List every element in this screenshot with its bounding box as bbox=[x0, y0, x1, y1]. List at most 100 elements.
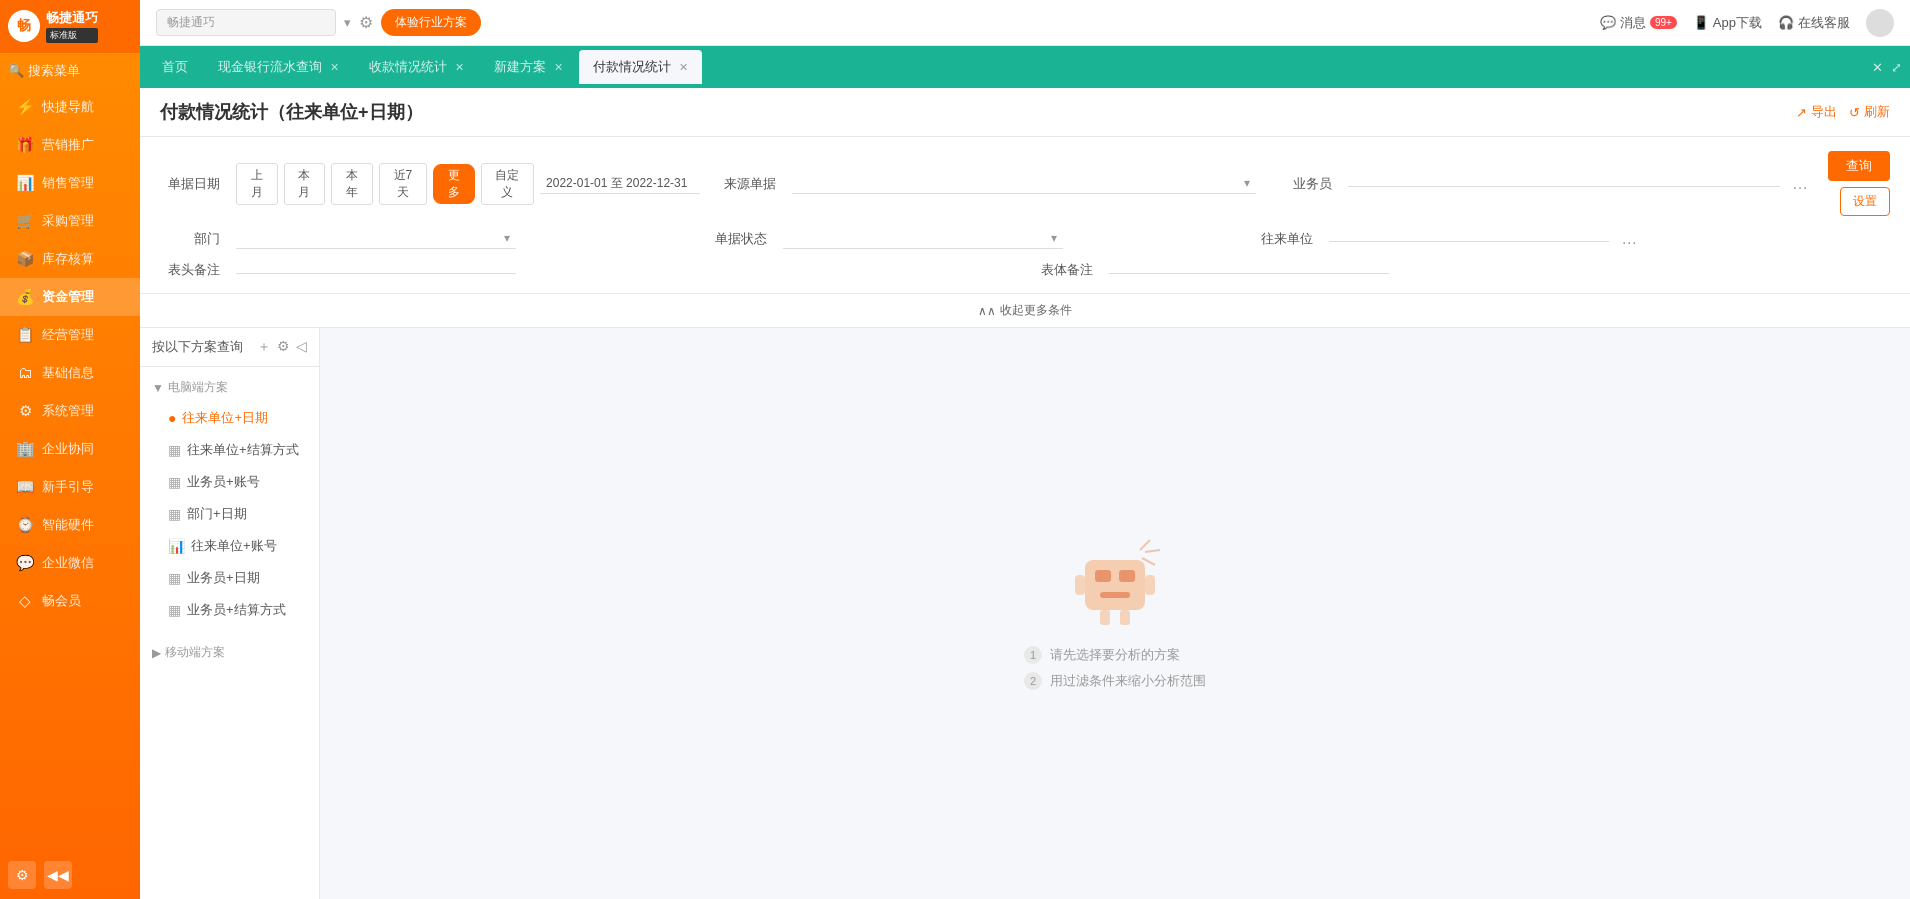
mobile-group-title: ▶ 移动端方案 bbox=[140, 638, 319, 667]
dept-select[interactable]: ▾ bbox=[236, 228, 516, 249]
last-7-btn[interactable]: 近7天 bbox=[379, 163, 427, 205]
scheme-partner-settle[interactable]: ▦ 往来单位+结算方式 bbox=[140, 434, 319, 466]
scheme-salesperson-settle-icon: ▦ bbox=[168, 602, 181, 618]
add-scheme-btn[interactable]: ＋ bbox=[257, 338, 271, 356]
filter-row-1: 单据日期 上月 本月 本年 近7天 更多 自定义 来源单据 ▾ bbox=[160, 151, 1890, 216]
sidebar-item-operation[interactable]: 📋 经营管理 bbox=[0, 316, 140, 354]
logo-text-block: 畅捷通巧 标准版 bbox=[46, 10, 98, 43]
collapse-btn[interactable]: ∧∧ 收起更多条件 bbox=[978, 302, 1072, 319]
settings-icon[interactable]: ⚙ bbox=[359, 13, 373, 32]
scheme-partner-account[interactable]: 📊 往来单位+账号 bbox=[140, 530, 319, 562]
sidebar-item-hardware[interactable]: ⌚ 智能硬件 bbox=[0, 506, 140, 544]
query-btn[interactable]: 查询 bbox=[1828, 151, 1890, 181]
refresh-icon: ↺ bbox=[1849, 105, 1860, 120]
pc-group-arrow[interactable]: ▼ bbox=[152, 381, 164, 395]
doc-status-select[interactable]: ▾ bbox=[783, 228, 1063, 249]
sidebar-item-sales[interactable]: 📊 销售管理 bbox=[0, 164, 140, 202]
sidebar-item-quick-nav[interactable]: ⚡ 快捷导航 bbox=[0, 88, 140, 126]
notification-btn[interactable]: 💬 消息 99+ bbox=[1600, 14, 1677, 32]
inventory-icon: 📦 bbox=[16, 250, 34, 268]
user-avatar[interactable] bbox=[1866, 9, 1894, 37]
dept-filter: ▾ bbox=[236, 228, 691, 249]
partner-select[interactable] bbox=[1329, 235, 1609, 242]
panel-collapse-btn[interactable]: ◁ bbox=[296, 338, 307, 356]
enterprise-icon: 🏢 bbox=[16, 440, 34, 458]
export-btn[interactable]: ↗ 导出 bbox=[1796, 103, 1837, 121]
sidebar-item-basic[interactable]: 🗂 基础信息 bbox=[0, 354, 140, 392]
empty-state: 1 请先选择要分析的方案 2 用过滤条件来缩小分析范围 bbox=[1024, 530, 1206, 698]
scheme-dept-date[interactable]: ▦ 部门+日期 bbox=[140, 498, 319, 530]
dept-arrow: ▾ bbox=[504, 231, 510, 245]
sidebar-item-guide[interactable]: 📖 新手引导 bbox=[0, 468, 140, 506]
this-month-btn[interactable]: 本月 bbox=[284, 163, 326, 205]
sidebar-item-enterprise[interactable]: 🏢 企业协同 bbox=[0, 430, 140, 468]
search-label: 搜索菜单 bbox=[28, 62, 80, 80]
hardware-icon: ⌚ bbox=[16, 516, 34, 534]
filter-row-2: 部门 ▾ 单据状态 ▾ 往来单位 bbox=[160, 228, 1890, 249]
scheme-partner-date-icon: ● bbox=[168, 410, 176, 426]
sidebar-item-wechat[interactable]: 💬 企业微信 bbox=[0, 544, 140, 582]
tab-home[interactable]: 首页 bbox=[148, 50, 202, 84]
last-month-btn[interactable]: 上月 bbox=[236, 163, 278, 205]
sidebar: 畅 畅捷通巧 标准版 🔍 搜索菜单 ⚡ 快捷导航 🎁 营销推广 📊 销售管理 🛒… bbox=[0, 0, 140, 899]
basic-label: 基础信息 bbox=[42, 364, 94, 382]
app-download-btn[interactable]: 📱 App下载 bbox=[1693, 14, 1762, 32]
source-doc-select[interactable]: ▾ bbox=[792, 173, 1256, 194]
online-service-btn[interactable]: 🎧 在线客服 bbox=[1778, 14, 1850, 32]
scheme-salesperson-date[interactable]: ▦ 业务员+日期 bbox=[140, 562, 319, 594]
tab-bank-flow[interactable]: 现金银行流水查询 ✕ bbox=[204, 50, 353, 84]
sidebar-search[interactable]: 🔍 搜索菜单 bbox=[0, 54, 140, 88]
scheme-partner-date-label: 往来单位+日期 bbox=[182, 409, 268, 427]
finance-label: 资金管理 bbox=[42, 288, 94, 306]
tab-bank-flow-label: 现金银行流水查询 bbox=[218, 58, 322, 76]
tab-fullscreen[interactable]: ⤢ bbox=[1891, 60, 1902, 75]
mobile-group-label: 移动端方案 bbox=[165, 644, 225, 661]
more-btn[interactable]: 更多 bbox=[433, 164, 475, 204]
trial-btn[interactable]: 体验行业方案 bbox=[381, 9, 481, 36]
settings-btn[interactable]: 设置 bbox=[1840, 187, 1890, 216]
tab-payment-stats-close[interactable]: ✕ bbox=[679, 61, 688, 74]
sidebar-item-purchase[interactable]: 🛒 采购管理 bbox=[0, 202, 140, 240]
refresh-btn[interactable]: ↺ 刷新 bbox=[1849, 103, 1890, 121]
sidebar-collapse-btn[interactable]: ◀◀ bbox=[44, 861, 72, 889]
partner-dots[interactable]: … bbox=[1617, 230, 1641, 248]
operation-icon: 📋 bbox=[16, 326, 34, 344]
scheme-settings-btn[interactable]: ⚙ bbox=[277, 338, 290, 356]
body-note-label: 表体备注 bbox=[1041, 262, 1093, 277]
this-year-btn[interactable]: 本年 bbox=[331, 163, 373, 205]
header-note-label: 表头备注 bbox=[160, 261, 220, 279]
dropdown-icon[interactable]: ▾ bbox=[344, 15, 351, 30]
tab-close-all[interactable]: ✕ bbox=[1872, 60, 1883, 75]
tab-receipt-stats-close[interactable]: ✕ bbox=[455, 61, 464, 74]
scheme-salesperson-settle[interactable]: ▦ 业务员+结算方式 bbox=[140, 594, 319, 626]
sidebar-settings-btn[interactable]: ⚙ bbox=[8, 861, 36, 889]
member-icon: ◇ bbox=[16, 592, 34, 610]
scheme-salesperson-account[interactable]: ▦ 业务员+账号 bbox=[140, 466, 319, 498]
salesperson-dots[interactable]: … bbox=[1788, 175, 1812, 193]
sidebar-item-system[interactable]: ⚙ 系统管理 bbox=[0, 392, 140, 430]
scheme-partner-date[interactable]: ● 往来单位+日期 bbox=[140, 402, 319, 434]
body-note-input[interactable] bbox=[1109, 267, 1389, 274]
right-content: 1 请先选择要分析的方案 2 用过滤条件来缩小分析范围 bbox=[320, 328, 1910, 899]
sidebar-item-marketing[interactable]: 🎁 营销推广 bbox=[0, 126, 140, 164]
tab-payment-stats[interactable]: 付款情况统计 ✕ bbox=[579, 50, 702, 84]
tab-receipt-stats[interactable]: 收款情况统计 ✕ bbox=[355, 50, 478, 84]
doc-status-arrow: ▾ bbox=[1051, 231, 1057, 245]
date-range-input[interactable] bbox=[540, 173, 700, 194]
quick-nav-icon: ⚡ bbox=[16, 98, 34, 116]
address-bar[interactable]: 畅捷通巧 bbox=[156, 9, 336, 36]
custom-btn[interactable]: 自定义 bbox=[481, 163, 534, 205]
tab-bank-flow-close[interactable]: ✕ bbox=[330, 61, 339, 74]
sidebar-item-member[interactable]: ◇ 畅会员 bbox=[0, 582, 140, 620]
header-note-input[interactable] bbox=[236, 267, 516, 274]
svg-line-10 bbox=[1142, 558, 1155, 565]
salesperson-select[interactable] bbox=[1348, 180, 1780, 187]
tab-new-scheme[interactable]: 新建方案 ✕ bbox=[480, 50, 577, 84]
sidebar-item-inventory[interactable]: 📦 库存核算 bbox=[0, 240, 140, 278]
search-icon: 🔍 bbox=[8, 63, 24, 78]
tab-new-scheme-close[interactable]: ✕ bbox=[554, 61, 563, 74]
page-header-actions: ↗ 导出 ↺ 刷新 bbox=[1796, 103, 1890, 121]
mobile-group-arrow[interactable]: ▶ bbox=[152, 646, 161, 660]
empty-tip-2: 2 用过滤条件来缩小分析范围 bbox=[1024, 672, 1206, 690]
sidebar-item-finance[interactable]: 💰 资金管理 bbox=[0, 278, 140, 316]
